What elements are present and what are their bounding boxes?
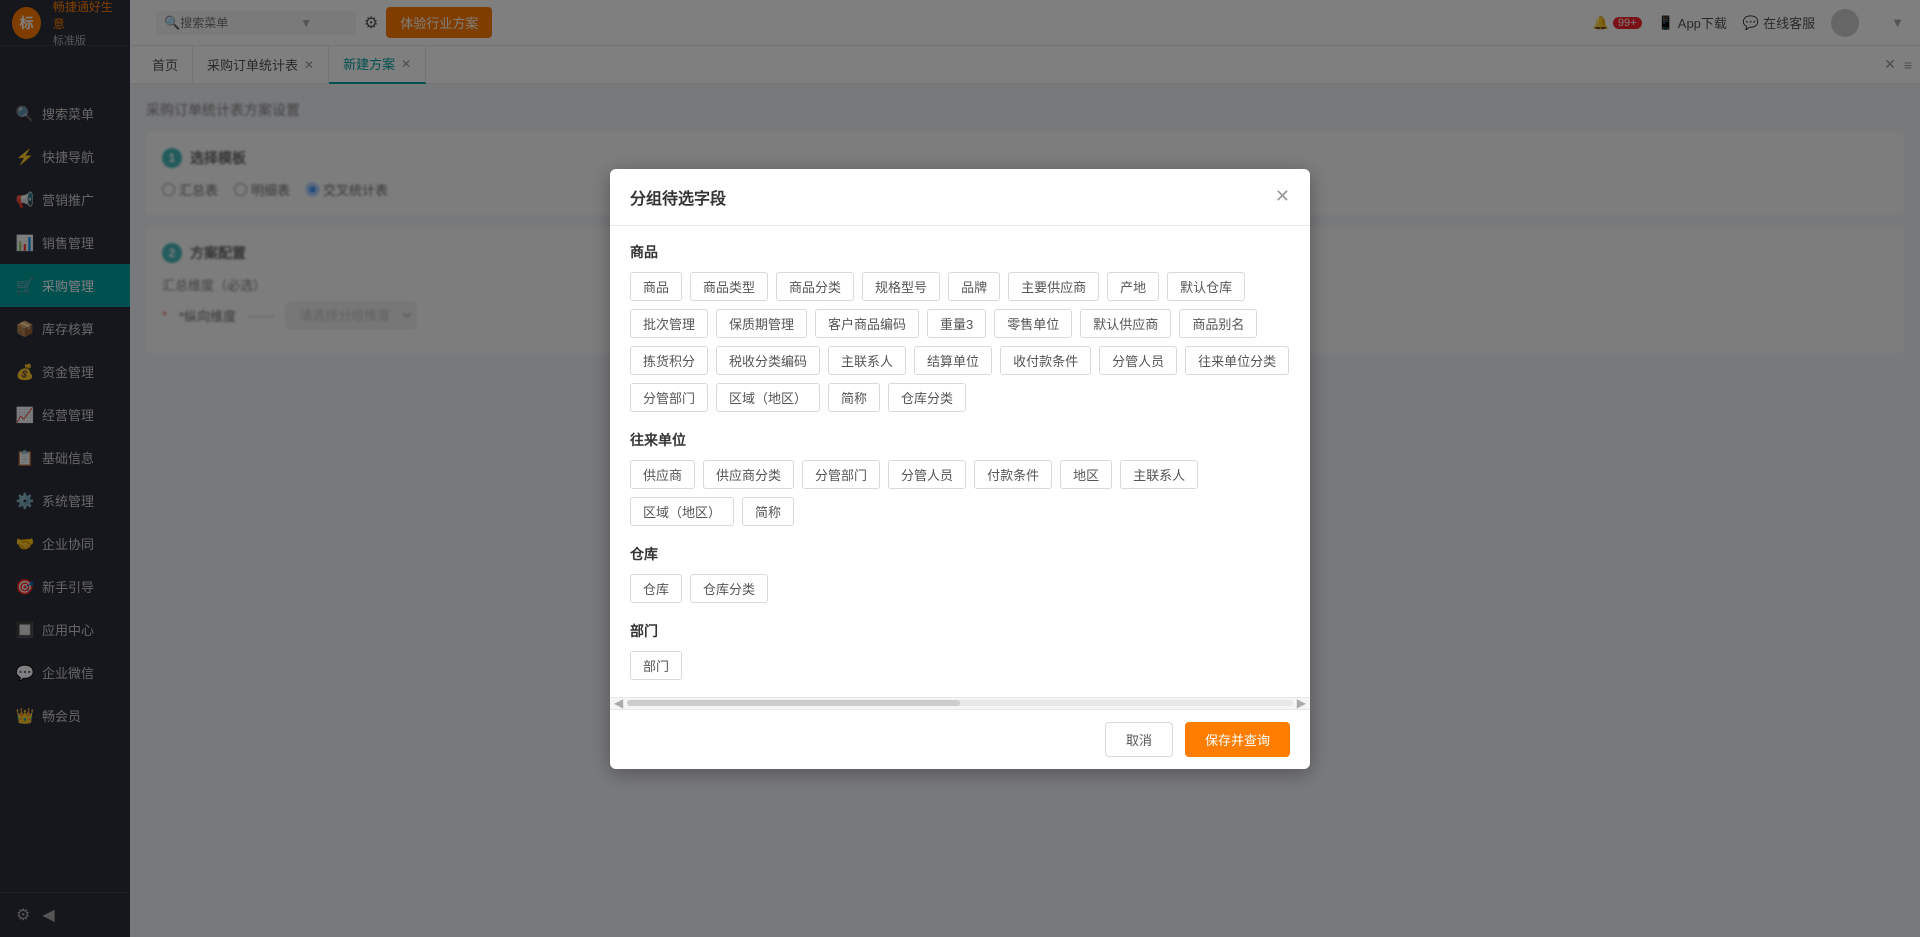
field-main-contact[interactable]: 主联系人	[828, 346, 906, 375]
section-warehouse-title: 仓库	[630, 544, 1290, 564]
field-warehouse[interactable]: 仓库	[630, 574, 682, 603]
dialog-confirm-button[interactable]: 保存并查询	[1185, 722, 1290, 757]
field-batch-mgmt[interactable]: 批次管理	[630, 309, 708, 338]
dept-fields: 部门	[630, 651, 1290, 680]
partners-fields: 供应商 供应商分类 分管部门 分管人员 付款条件 地区 主联系人 区域（地区） …	[630, 460, 1290, 526]
field-origin[interactable]: 产地	[1107, 272, 1159, 301]
section-dept: 部门 部门	[630, 621, 1290, 680]
section-warehouse: 仓库 仓库 仓库分类	[630, 544, 1290, 603]
field-main-supplier[interactable]: 主要供应商	[1008, 272, 1099, 301]
dialog-title: 分组待选字段	[630, 185, 726, 209]
field-supervisor[interactable]: 分管人员	[1099, 346, 1177, 375]
field-default-supplier[interactable]: 默认供应商	[1080, 309, 1171, 338]
field-pay-terms[interactable]: 付款条件	[974, 460, 1052, 489]
field-pick-points[interactable]: 拣货积分	[630, 346, 708, 375]
field-spec-model[interactable]: 规格型号	[862, 272, 940, 301]
field-dept[interactable]: 分管部门	[802, 460, 880, 489]
field-region2[interactable]: 区域（地区）	[630, 497, 734, 526]
field-goods[interactable]: 商品	[630, 272, 682, 301]
field-supplier-cat[interactable]: 供应商分类	[703, 460, 794, 489]
field-brand[interactable]: 品牌	[948, 272, 1000, 301]
field-selection-dialog: 分组待选字段 ✕ 商品 商品 商品类型 商品分类 规格型号 品牌 主要供应商 产…	[610, 169, 1310, 769]
field-short-name[interactable]: 简称	[828, 383, 880, 412]
dialog-body[interactable]: 商品 商品 商品类型 商品分类 规格型号 品牌 主要供应商 产地 默认仓库 批次…	[610, 226, 1310, 697]
field-area[interactable]: 地区	[1060, 460, 1112, 489]
field-short-name2[interactable]: 简称	[742, 497, 794, 526]
dialog-hscrollbar[interactable]: ◀ ▶	[610, 697, 1310, 709]
section-dept-title: 部门	[630, 621, 1290, 641]
field-goods-category[interactable]: 商品分类	[776, 272, 854, 301]
field-payment-terms[interactable]: 收付款条件	[1000, 346, 1091, 375]
dialog-cancel-button[interactable]: 取消	[1105, 722, 1173, 757]
field-tax-code[interactable]: 税收分类编码	[716, 346, 820, 375]
field-settlement-unit[interactable]: 结算单位	[914, 346, 992, 375]
field-person[interactable]: 分管人员	[888, 460, 966, 489]
field-default-warehouse[interactable]: 默认仓库	[1167, 272, 1245, 301]
dialog-header: 分组待选字段 ✕	[610, 169, 1310, 226]
hscroll-thumb[interactable]	[627, 700, 960, 706]
goods-fields: 商品 商品类型 商品分类 规格型号 品牌 主要供应商 产地 默认仓库 批次管理 …	[630, 272, 1290, 412]
field-manage-dept[interactable]: 分管部门	[630, 383, 708, 412]
field-weight[interactable]: 重量3	[927, 309, 986, 338]
section-goods: 商品 商品 商品类型 商品分类 规格型号 品牌 主要供应商 产地 默认仓库 批次…	[630, 242, 1290, 412]
field-customer-code[interactable]: 客户商品编码	[815, 309, 919, 338]
section-partners-title: 往来单位	[630, 430, 1290, 450]
field-department[interactable]: 部门	[630, 651, 682, 680]
field-unit-category[interactable]: 往来单位分类	[1185, 346, 1289, 375]
field-retail-unit[interactable]: 零售单位	[994, 309, 1072, 338]
section-goods-title: 商品	[630, 242, 1290, 262]
field-region[interactable]: 区域（地区）	[716, 383, 820, 412]
field-main-contact2[interactable]: 主联系人	[1120, 460, 1198, 489]
field-supplier[interactable]: 供应商	[630, 460, 695, 489]
field-warehouse-category[interactable]: 仓库分类	[888, 383, 966, 412]
section-partners: 往来单位 供应商 供应商分类 分管部门 分管人员 付款条件 地区 主联系人 区域…	[630, 430, 1290, 526]
field-goods-type[interactable]: 商品类型	[690, 272, 768, 301]
dialog-overlay: 分组待选字段 ✕ 商品 商品 商品类型 商品分类 规格型号 品牌 主要供应商 产…	[0, 0, 1920, 937]
field-expiry-mgmt[interactable]: 保质期管理	[716, 309, 807, 338]
warehouse-fields: 仓库 仓库分类	[630, 574, 1290, 603]
dialog-close-button[interactable]: ✕	[1275, 186, 1290, 207]
field-goods-alias[interactable]: 商品别名	[1179, 309, 1257, 338]
dialog-footer: 取消 保存并查询	[610, 709, 1310, 769]
field-warehouse-cat[interactable]: 仓库分类	[690, 574, 768, 603]
